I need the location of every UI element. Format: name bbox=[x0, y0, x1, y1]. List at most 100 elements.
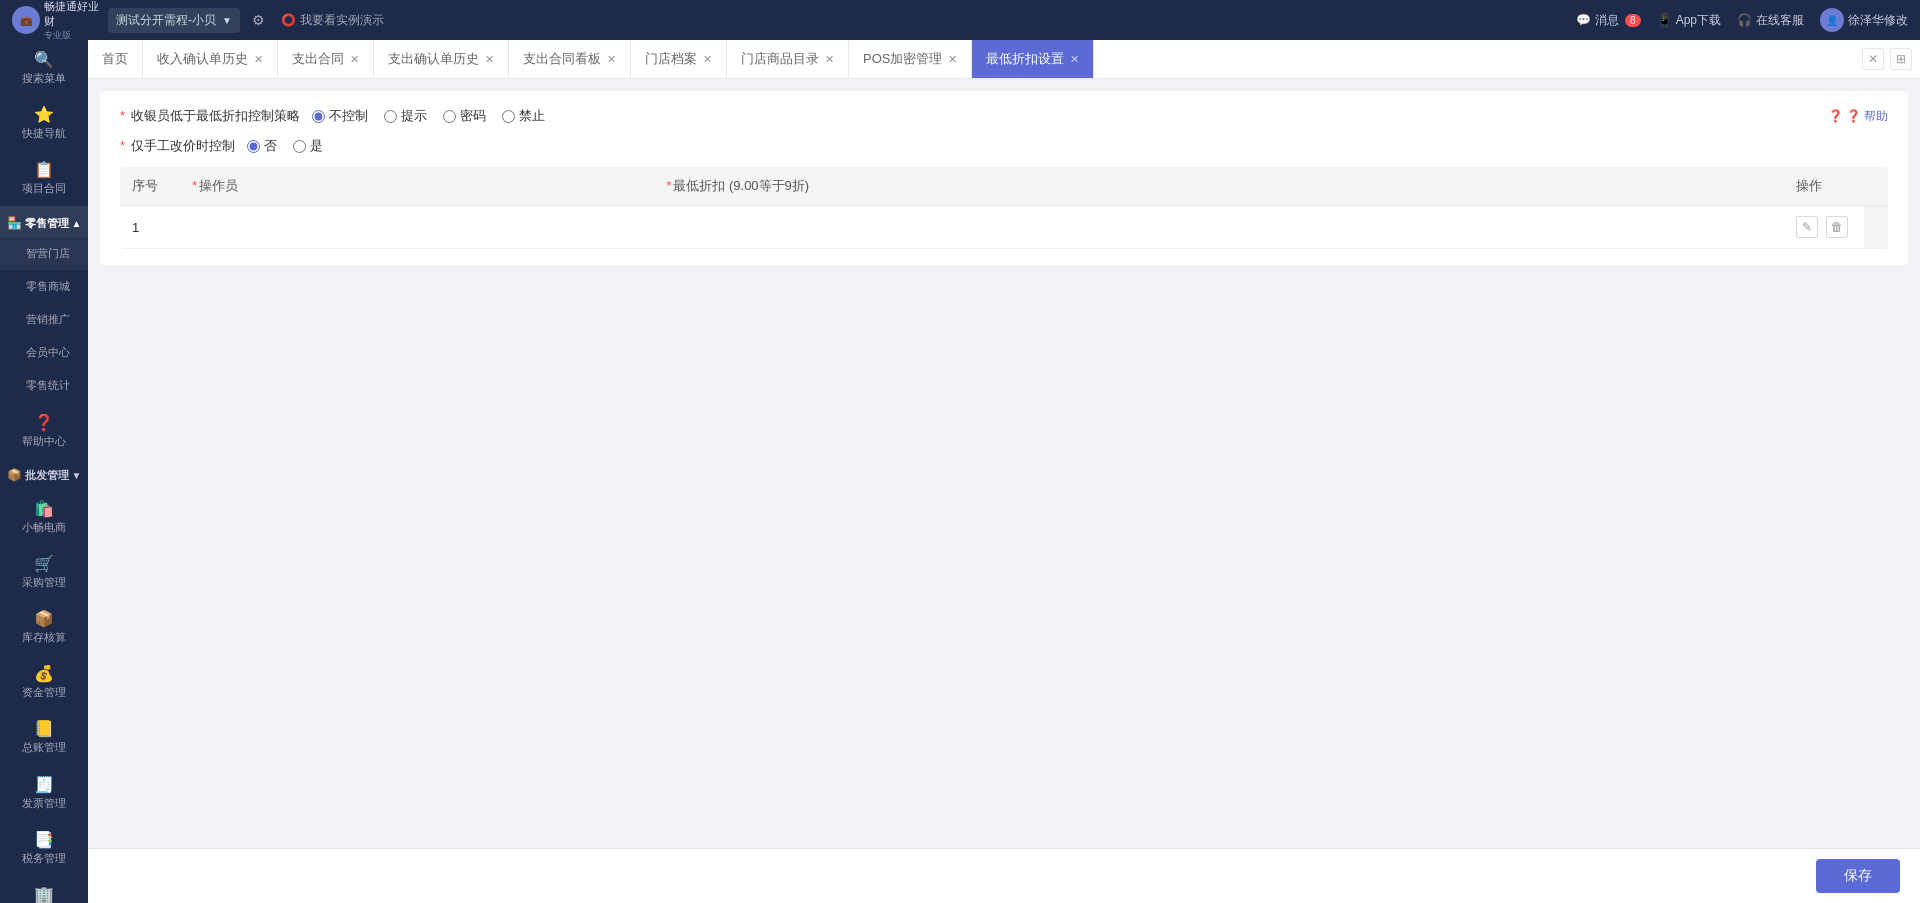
tab-expand-button[interactable]: ⊞ bbox=[1890, 48, 1912, 70]
tab-close-store-product-catalog[interactable]: ✕ bbox=[825, 54, 834, 65]
tab-close-all-button[interactable]: ✕ bbox=[1862, 48, 1884, 70]
cell-actions: ✎ 🗑 bbox=[1784, 206, 1864, 249]
tab-close-payment-contract[interactable]: ✕ bbox=[350, 54, 359, 65]
user-menu[interactable]: 👤 徐泽华修改 bbox=[1820, 8, 1908, 32]
sidebar-item-fixed-assets[interactable]: 🏢 固定资产 bbox=[0, 875, 88, 903]
radio-manual-yes[interactable]: 是 bbox=[293, 137, 323, 155]
radio-prompt-input[interactable] bbox=[384, 110, 397, 123]
tab-close-payment-contract-board[interactable]: ✕ bbox=[607, 54, 616, 65]
sidebar-item-fund-management[interactable]: 💰 资金管理 bbox=[0, 654, 88, 709]
radio-forbid-input[interactable] bbox=[502, 110, 515, 123]
cashier-control-radio-group: 不控制 提示 密码 禁止 bbox=[312, 107, 545, 125]
edit-row-button[interactable]: ✎ bbox=[1796, 216, 1818, 238]
sidebar-item-invoice[interactable]: 🧾 发票管理 bbox=[0, 765, 88, 820]
inventory-icon: 📦 bbox=[34, 609, 54, 628]
sidebar-item-retail-mall[interactable]: 零售商城 bbox=[0, 270, 88, 303]
message-icon: 💬 bbox=[1576, 13, 1591, 27]
demo-link[interactable]: ⭕ 我要看实例演示 bbox=[281, 12, 384, 29]
sidebar-item-quick-nav[interactable]: ⭐ 快捷导航 bbox=[0, 95, 88, 150]
sidebar-item-project-contract[interactable]: 📋 项目合同 bbox=[0, 150, 88, 205]
sidebar-item-smart-store[interactable]: 智营门店 bbox=[0, 237, 88, 270]
logo-area: 💼 畅捷通好业财 专业版 bbox=[12, 0, 100, 42]
sidebar: 🔍 搜索菜单 ⭐ 快捷导航 📋 项目合同 🏪 零售管理 ▲ 智营门店 零售商城 … bbox=[0, 40, 88, 903]
ledger-icon: 📒 bbox=[34, 719, 54, 738]
project-selector[interactable]: 测试分开需程-小贝 ▼ bbox=[108, 8, 240, 33]
tab-close-pos-password[interactable]: ✕ bbox=[948, 54, 957, 65]
cashier-control-label: * 收银员低于最低折扣控制策略 bbox=[120, 107, 300, 125]
tab-payment-contract-board[interactable]: 支出合同看板 ✕ bbox=[509, 40, 631, 78]
messages-button[interactable]: 💬 消息 8 bbox=[1576, 12, 1641, 29]
sidebar-item-member-center[interactable]: 会员中心 bbox=[0, 336, 88, 369]
fixed-assets-icon: 🏢 bbox=[34, 885, 54, 903]
tab-pos-password[interactable]: POS加密管理 ✕ bbox=[849, 40, 972, 78]
tab-close-store-file[interactable]: ✕ bbox=[703, 54, 712, 65]
search-menu-icon: 🔍 bbox=[34, 50, 54, 69]
sidebar-section-retail-management[interactable]: 🏪 零售管理 ▲ bbox=[0, 206, 88, 237]
tab-bar: 首页 收入确认单历史 ✕ 支出合同 ✕ 支出确认单历史 ✕ 支出合同看板 ✕ 门… bbox=[88, 40, 1920, 79]
delete-row-button[interactable]: 🗑 bbox=[1826, 216, 1848, 238]
online-service-button[interactable]: 🎧 在线客服 bbox=[1737, 12, 1804, 29]
sidebar-item-small-ecommerce[interactable]: 🛍️ 小畅电商 bbox=[0, 489, 88, 544]
cell-seq: 1 bbox=[120, 206, 180, 249]
sidebar-item-ledger[interactable]: 📒 总账管理 bbox=[0, 709, 88, 764]
app-download-button[interactable]: 📱 App下载 bbox=[1657, 12, 1721, 29]
save-button[interactable]: 保存 bbox=[1816, 859, 1900, 893]
radio-manual-yes-input[interactable] bbox=[293, 140, 306, 153]
sidebar-section-batch-management[interactable]: 📦 批发管理 ▼ bbox=[0, 458, 88, 489]
col-header-seq: 序号 bbox=[120, 167, 180, 206]
logo-text: 畅捷通好业财 专业版 bbox=[44, 0, 100, 42]
invoice-icon: 🧾 bbox=[34, 775, 54, 794]
tab-close-income-confirm-history[interactable]: ✕ bbox=[254, 54, 263, 65]
tab-store-product-catalog[interactable]: 门店商品目录 ✕ bbox=[727, 40, 849, 78]
radio-prompt[interactable]: 提示 bbox=[384, 107, 427, 125]
radio-password[interactable]: 密码 bbox=[443, 107, 486, 125]
radio-manual-no-input[interactable] bbox=[247, 140, 260, 153]
header-right: 💬 消息 8 📱 App下载 🎧 在线客服 👤 徐泽华修改 bbox=[1576, 8, 1908, 32]
radio-password-input[interactable] bbox=[443, 110, 456, 123]
manual-price-row: * 仅手工改价时控制 否 是 bbox=[120, 137, 1888, 155]
help-link[interactable]: ❓ ❓ 帮助 bbox=[1828, 108, 1888, 125]
radio-manual-no[interactable]: 否 bbox=[247, 137, 277, 155]
radio-no-control[interactable]: 不控制 bbox=[312, 107, 368, 125]
sidebar-item-search-menu[interactable]: 🔍 搜索菜单 bbox=[0, 40, 88, 95]
sidebar-item-help-center[interactable]: ❓ 帮助中心 bbox=[0, 403, 88, 458]
col-header-operator: *操作员 bbox=[180, 167, 654, 206]
cashier-control-row: * 收银员低于最低折扣控制策略 不控制 提示 bbox=[120, 107, 1888, 125]
tab-min-discount-settings[interactable]: 最低折扣设置 ✕ bbox=[972, 40, 1094, 78]
sidebar-item-retail-stats[interactable]: 零售统计 bbox=[0, 369, 88, 402]
online-service-label: 在线客服 bbox=[1756, 12, 1804, 29]
demo-icon: ⭕ bbox=[281, 13, 296, 27]
quick-nav-icon: ⭐ bbox=[34, 105, 54, 124]
tab-close-min-discount-settings[interactable]: ✕ bbox=[1070, 54, 1079, 65]
page-content: * 收银员低于最低折扣控制策略 不控制 提示 bbox=[88, 79, 1920, 848]
help-center-icon: ❓ bbox=[34, 413, 54, 432]
tax-icon: 📑 bbox=[34, 830, 54, 849]
content-area: 首页 收入确认单历史 ✕ 支出合同 ✕ 支出确认单历史 ✕ 支出合同看板 ✕ 门… bbox=[88, 40, 1920, 903]
tab-close-payment-confirm-history[interactable]: ✕ bbox=[485, 54, 494, 65]
sidebar-item-purchase-management[interactable]: 🛒 采购管理 bbox=[0, 544, 88, 599]
project-name: 测试分开需程-小贝 bbox=[116, 12, 216, 29]
sidebar-item-marketing[interactable]: 营销推广 bbox=[0, 303, 88, 336]
cell-min-discount bbox=[654, 206, 1784, 249]
tab-payment-confirm-history[interactable]: 支出确认单历史 ✕ bbox=[374, 40, 509, 78]
cell-operator bbox=[180, 206, 654, 249]
app-download-label: App下载 bbox=[1676, 12, 1721, 29]
tab-income-confirm-history[interactable]: 收入确认单历史 ✕ bbox=[143, 40, 278, 78]
sidebar-item-inventory[interactable]: 📦 库存核算 bbox=[0, 599, 88, 654]
sidebar-item-tax[interactable]: 📑 税务管理 bbox=[0, 820, 88, 875]
avatar: 👤 bbox=[1820, 8, 1844, 32]
top-header: 💼 畅捷通好业财 专业版 测试分开需程-小贝 ▼ ⚙ ⭕ 我要看实例演示 💬 消… bbox=[0, 0, 1920, 40]
tab-payment-contract[interactable]: 支出合同 ✕ bbox=[278, 40, 374, 78]
settings-icon[interactable]: ⚙ bbox=[248, 8, 269, 32]
messages-label: 消息 bbox=[1595, 12, 1619, 29]
cell-scrollbar bbox=[1864, 206, 1888, 249]
discount-table: 序号 *操作员 *最低折扣 (9.00等于9折) 操作 bbox=[120, 167, 1888, 249]
tab-store-file[interactable]: 门店档案 ✕ bbox=[631, 40, 727, 78]
radio-forbid[interactable]: 禁止 bbox=[502, 107, 545, 125]
manual-price-label: * 仅手工改价时控制 bbox=[120, 137, 235, 155]
col-header-min-discount: *最低折扣 (9.00等于9折) bbox=[654, 167, 1784, 206]
project-contract-icon: 📋 bbox=[34, 160, 54, 179]
radio-no-control-input[interactable] bbox=[312, 110, 325, 123]
tab-home[interactable]: 首页 bbox=[88, 40, 143, 78]
tab-bar-actions: ✕ ⊞ bbox=[1854, 48, 1920, 70]
